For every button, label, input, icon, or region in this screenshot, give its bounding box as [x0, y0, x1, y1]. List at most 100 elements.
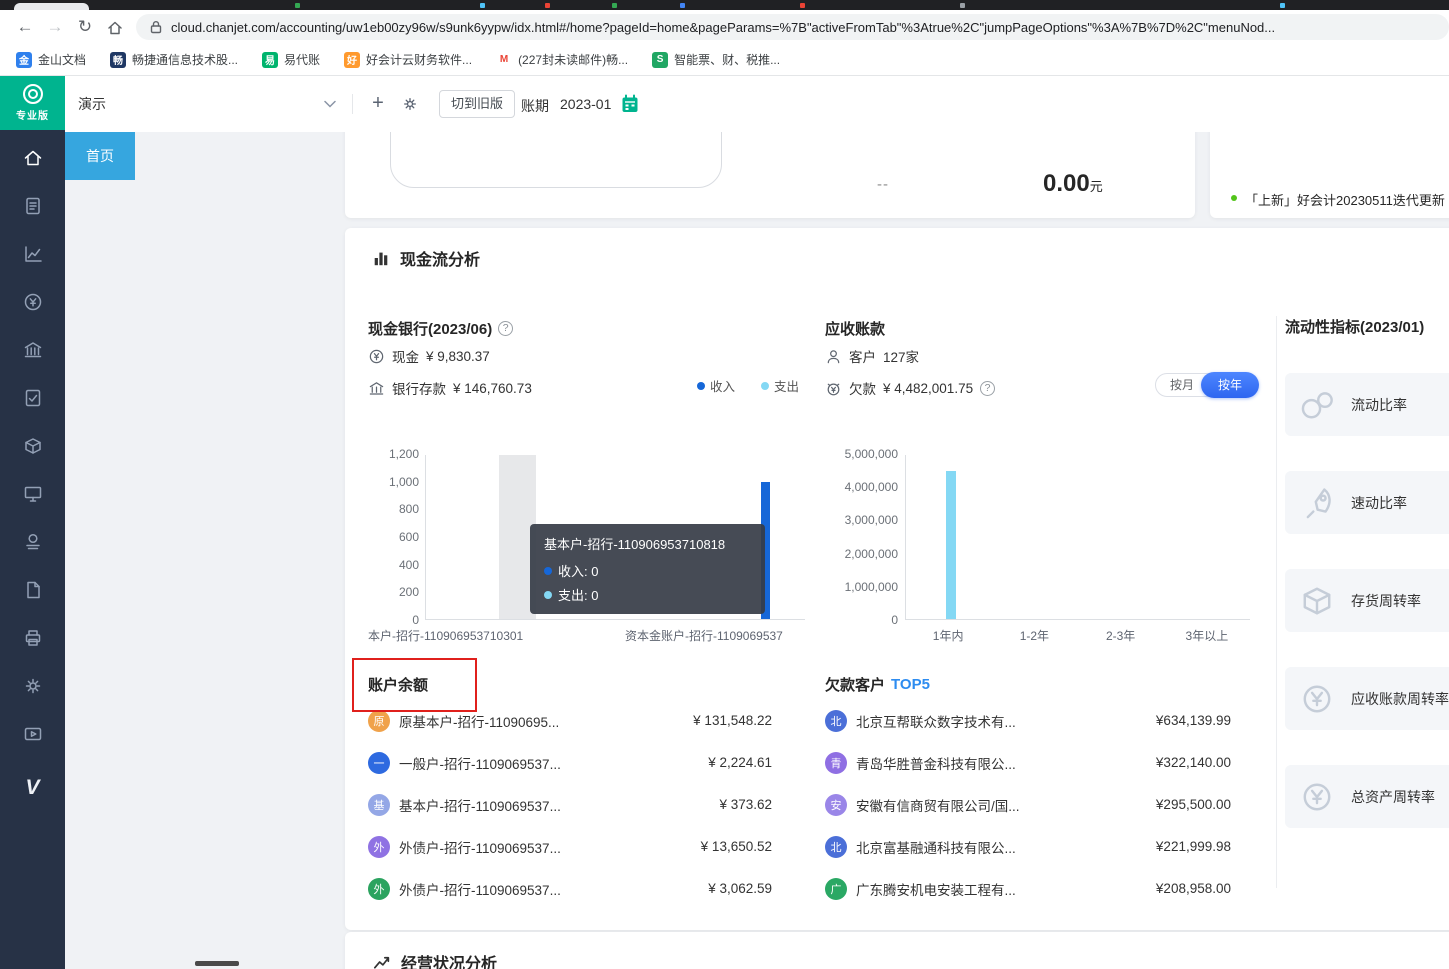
- debtor-row: 安 安徽有信商贸有限公司/国... ¥295,500.00: [825, 793, 1231, 816]
- chart-legend: 收入 支出: [697, 376, 799, 395]
- ar-chart-y-axis: 5,000,000 4,000,000 3,000,000 2,000,000 …: [822, 447, 898, 627]
- bookmark-item[interactable]: M (227封未读邮件)畅...: [496, 51, 628, 68]
- liquidity-card-receivable-turnover[interactable]: 应收账款周转率: [1285, 667, 1449, 730]
- sidebar-bank-icon[interactable]: [22, 339, 44, 361]
- sidebar-inventory-icon[interactable]: [22, 435, 44, 457]
- org-dropdown[interactable]: 演示: [78, 92, 336, 116]
- tab-favicon[interactable]: [680, 3, 685, 8]
- top5-list: 北 北京互帮联众数字技术有... ¥634,139.99 青 青岛华胜普金科技有…: [825, 709, 1231, 900]
- debtor-badge: 青: [825, 751, 847, 774]
- yuan-coin-icon: [1295, 775, 1339, 819]
- period-toggle: 按月 按年: [1155, 372, 1259, 398]
- tab-favicon[interactable]: [800, 3, 805, 8]
- bookmark-label: 畅捷通信息技术股...: [132, 53, 239, 67]
- sidebar-vouchers-icon[interactable]: [22, 195, 44, 217]
- bookmark-item[interactable]: 易 易代账: [262, 51, 320, 68]
- y-tick: 2,000,000: [844, 546, 898, 561]
- account-name: 外债户-招行-1109069537...: [399, 840, 561, 856]
- ar-chart-x-axis: 1年内 1-2年 2-3年 3年以上: [905, 627, 1250, 644]
- deposit-value: ¥ 146,760.73: [453, 380, 532, 396]
- amount-value: 0.00: [1043, 170, 1090, 197]
- org-name: 演示: [78, 96, 106, 112]
- url-bar[interactable]: cloud.chanjet.com/accounting/uw1eb00zy96…: [136, 14, 1449, 40]
- liquidity-label: 应收账款周转率: [1351, 690, 1449, 707]
- account-name: 基本户-招行-1109069537...: [399, 798, 561, 814]
- sidebar-checkout-icon[interactable]: [22, 387, 44, 409]
- settings-gear-icon[interactable]: [401, 95, 419, 113]
- account-name: 一般户-招行-1109069537...: [399, 756, 561, 772]
- bookmark-item[interactable]: 金 金山文档: [16, 51, 86, 68]
- forward-icon[interactable]: →: [40, 13, 70, 41]
- liquidity-card-inventory-turnover[interactable]: 存货周转率: [1285, 569, 1449, 632]
- horizontal-scrollbar[interactable]: [195, 961, 239, 966]
- x-tick: 3年以上: [1185, 629, 1229, 643]
- help-icon[interactable]: [498, 321, 514, 336]
- help-icon[interactable]: [980, 380, 996, 396]
- calendar-icon[interactable]: [621, 94, 639, 114]
- legend-expense-label: 支出: [774, 380, 800, 394]
- tab-favicon[interactable]: [1280, 3, 1285, 8]
- home-icon[interactable]: [100, 13, 130, 41]
- placeholder-dashes: --: [877, 176, 889, 193]
- liquidity-card-quick-ratio[interactable]: 速动比率: [1285, 471, 1449, 534]
- sidebar-documents-icon[interactable]: [22, 579, 44, 601]
- sidebar-settings-icon[interactable]: [22, 675, 44, 697]
- top5-title: 欠款客户 TOP5: [825, 674, 930, 695]
- tab-favicon[interactable]: [545, 3, 550, 8]
- liquidity-card-current-ratio[interactable]: 流动比率: [1285, 373, 1449, 436]
- sidebar-fixed-assets-icon[interactable]: [22, 483, 44, 505]
- legend-income-label: 收入: [710, 380, 736, 394]
- partial-amount: 0.00元: [1043, 170, 1103, 198]
- tooltip-title: 基本户-招行-110906953710818: [544, 537, 726, 552]
- active-browser-tab[interactable]: [14, 3, 89, 10]
- ar-aging-chart-plot[interactable]: [905, 455, 1250, 620]
- bookmark-item[interactable]: S 智能票、财、税推...: [652, 51, 780, 68]
- tab-favicon[interactable]: [612, 3, 617, 8]
- partial-search-input[interactable]: [390, 132, 722, 188]
- y-tick: 3,000,000: [844, 513, 898, 528]
- sidebar-reports-icon[interactable]: [22, 243, 44, 265]
- deposit-row: 银行存款 ¥ 146,760.73: [368, 378, 532, 398]
- liquidity-card-asset-turnover[interactable]: 总资产周转率: [1285, 765, 1449, 828]
- back-icon[interactable]: ←: [10, 13, 40, 41]
- income-dot-icon: [697, 381, 705, 390]
- top5-accent-text: TOP5: [891, 676, 930, 693]
- bookmark-item[interactable]: 好 好会计云财务软件...: [344, 51, 472, 68]
- top5-title-text: 欠款客户: [825, 677, 886, 694]
- bookmark-item[interactable]: 畅 畅捷通信息技术股...: [110, 51, 238, 68]
- tab-favicon[interactable]: [480, 3, 485, 8]
- sidebar-funds-icon[interactable]: [22, 291, 44, 313]
- y-tick: 0: [891, 612, 898, 627]
- refresh-icon[interactable]: ↻: [70, 13, 100, 41]
- toggle-by-year[interactable]: 按年: [1201, 372, 1259, 398]
- debtor-badge: 北: [825, 835, 847, 858]
- bookmarks-bar: 金 金山文档 畅 畅捷通信息技术股... 易 易代账 好 好会计云财务软件...…: [0, 44, 1449, 76]
- news-link[interactable]: 「上新」好会计20230511迭代更新: [1245, 190, 1449, 209]
- sidebar-print-icon[interactable]: [22, 627, 44, 649]
- debtor-row: 广 广东腾安机电安装工程有... ¥208,958.00: [825, 877, 1231, 900]
- add-account-set-button[interactable]: +: [365, 90, 391, 116]
- amount-unit: 元: [1089, 179, 1103, 194]
- account-balance-value: ¥ 3,062.59: [708, 881, 772, 896]
- switch-old-version-button[interactable]: 切到旧版: [439, 90, 516, 118]
- y-tick: 1,000: [388, 474, 419, 489]
- period-value[interactable]: 2023-01: [560, 96, 611, 112]
- sidebar-home-icon[interactable]: [22, 147, 44, 169]
- cash-bank-title: 现金银行(2023/06): [368, 318, 514, 339]
- tab-home[interactable]: 首页: [65, 132, 135, 180]
- tab-favicon[interactable]: [960, 3, 965, 8]
- account-row: 外 外债户-招行-1109069537... ¥ 3,062.59: [368, 877, 772, 900]
- sidebar-salary-icon[interactable]: [22, 531, 44, 553]
- sidebar-training-icon[interactable]: [22, 723, 44, 745]
- customer-count: 127家: [883, 350, 920, 365]
- chevron-down-icon: [324, 100, 336, 108]
- legend-expense[interactable]: 支出: [761, 376, 799, 395]
- debtor-row: 青 青岛华胜普金科技有限公... ¥322,140.00: [825, 751, 1231, 774]
- debtor-amount: ¥208,958.00: [1155, 881, 1231, 896]
- browser-toolbar: ← → ↻ cloud.chanjet.com/accounting/uw1eb…: [0, 10, 1449, 44]
- cash-row: 现金 ¥ 9,830.37: [368, 346, 490, 366]
- account-row: 外 外债户-招行-1109069537... ¥ 13,650.52: [368, 835, 772, 858]
- tab-favicon[interactable]: [295, 3, 300, 8]
- legend-income[interactable]: 收入: [697, 376, 735, 395]
- account-badge: 原: [368, 709, 390, 732]
